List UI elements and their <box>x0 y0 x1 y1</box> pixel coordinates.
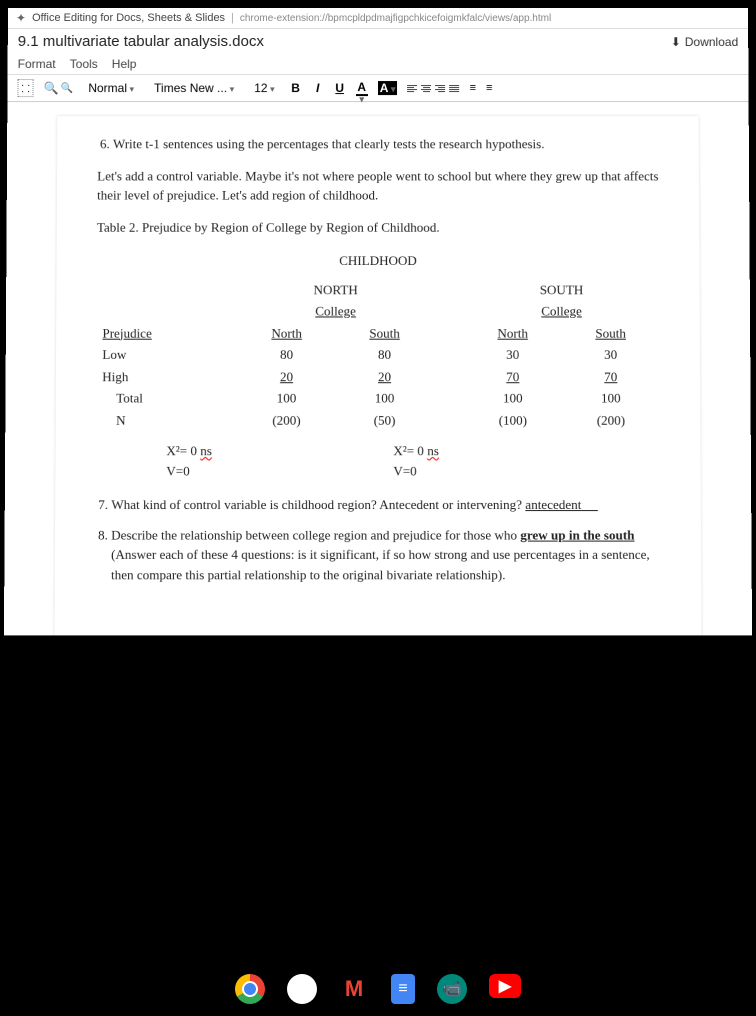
menu-help[interactable]: Help <box>112 57 137 71</box>
menu-tools[interactable]: Tools <box>70 57 98 71</box>
college-label-1: College <box>238 300 434 322</box>
group-south: SOUTH <box>464 279 660 301</box>
download-button[interactable]: ⬇ Download <box>671 34 739 48</box>
col-south-1: South <box>336 322 434 344</box>
col-north-2: North <box>464 322 562 344</box>
play-store-icon[interactable]: ▶ <box>287 974 317 1004</box>
taskbar: ▶ M ≡ 📹 ▶ <box>0 968 756 1010</box>
cell: 100 <box>336 387 434 409</box>
cell: 100 <box>562 387 660 409</box>
question-8: Describe the relationship between colleg… <box>111 525 661 585</box>
docs-icon[interactable]: ≡ <box>391 974 415 1004</box>
app-window: ✦ Office Editing for Docs, Sheets & Slid… <box>4 8 752 635</box>
align-center-icon[interactable] <box>421 85 431 92</box>
prejudice-table: NORTH SOUTH College College Prejudice No… <box>96 279 660 431</box>
zoom-controls: 🔍 🔍 <box>44 81 74 95</box>
cramers-v-2: V=0 <box>393 461 439 481</box>
align-left-icon[interactable] <box>407 85 417 92</box>
bullet-list-icon[interactable]: ≡ <box>486 82 492 94</box>
childhood-header: CHILDHOOD <box>97 251 660 271</box>
cell: (50) <box>336 409 434 431</box>
chrome-icon[interactable] <box>235 974 265 1004</box>
cramers-v-1: V=0 <box>166 461 212 481</box>
cell: (100) <box>464 409 562 431</box>
cell: 20 <box>336 366 434 388</box>
row-n: N <box>96 409 238 431</box>
menu-bar: Format Tools Help <box>8 54 749 75</box>
cell: 30 <box>562 344 660 366</box>
cell: (200) <box>562 409 660 431</box>
stats-row: X²= 0 ns V=0 X²= 0 ns V=0 <box>166 441 660 481</box>
row-high: High <box>96 366 237 388</box>
youtube-icon[interactable]: ▶ <box>489 974 521 998</box>
control-variable-paragraph: Let's add a control variable. Maybe it's… <box>97 166 659 205</box>
cell: (200) <box>237 409 335 431</box>
cell: 80 <box>336 344 434 366</box>
table-2-caption: Table 2. Prejudice by Region of College … <box>97 217 659 237</box>
title-bar: 9.1 multivariate tabular analysis.docx ⬇… <box>8 29 749 54</box>
bold-button[interactable]: B <box>290 81 302 95</box>
row-header-prejudice: Prejudice <box>96 322 237 344</box>
cell: 20 <box>238 366 336 388</box>
chi-square-1: X²= 0 ns <box>166 441 212 461</box>
underline-button[interactable]: U <box>334 81 346 95</box>
row-low: Low <box>96 344 237 366</box>
document-page[interactable]: Write t-1 sentences using the percentage… <box>54 116 701 635</box>
align-justify-icon[interactable] <box>450 85 460 92</box>
zoom-out-icon[interactable]: 🔍 <box>61 83 74 94</box>
extension-name: Office Editing for Docs, Sheets & Slides <box>32 12 225 24</box>
cell: 30 <box>464 344 562 366</box>
row-total: Total <box>96 387 238 409</box>
cell: 100 <box>464 387 562 409</box>
question-7: What kind of control variable is childho… <box>111 495 660 515</box>
style-select[interactable]: Normal <box>83 79 139 97</box>
zoom-in-icon[interactable]: 🔍 <box>44 81 59 95</box>
question-6: Write t-1 sentences using the percentage… <box>113 134 659 154</box>
align-right-icon[interactable] <box>436 85 446 92</box>
text-color-button[interactable]: A <box>356 80 368 96</box>
font-size-select[interactable]: 12 <box>249 79 279 97</box>
col-south-2: South <box>562 322 660 344</box>
italic-button[interactable]: I <box>312 81 324 95</box>
cell: 70 <box>562 366 660 388</box>
page-setup-icon[interactable]: ⸬ <box>17 79 33 97</box>
gmail-icon[interactable]: M <box>339 974 369 1004</box>
browser-tab-bar: ✦ Office Editing for Docs, Sheets & Slid… <box>8 8 748 29</box>
download-icon: ⬇ <box>671 34 681 48</box>
highlight-button[interactable]: A <box>378 81 398 95</box>
col-north-1: North <box>238 322 336 344</box>
cell: 80 <box>238 344 336 366</box>
document-title: 9.1 multivariate tabular analysis.docx <box>18 33 264 50</box>
group-north: NORTH <box>238 279 434 301</box>
download-label: Download <box>685 34 738 48</box>
extension-puzzle-icon: ✦ <box>16 11 26 25</box>
align-buttons <box>407 85 459 92</box>
formatting-toolbar: ⸬ 🔍 🔍 Normal Times New ... 12 B I U A A … <box>7 75 748 102</box>
font-select[interactable]: Times New ... <box>149 79 239 97</box>
college-label-2: College <box>464 300 660 322</box>
numbered-list-icon[interactable]: ≡ <box>470 82 476 94</box>
meet-icon[interactable]: 📹 <box>437 974 467 1004</box>
chi-square-2: X²= 0 ns <box>393 441 439 461</box>
cell: 100 <box>238 387 336 409</box>
cell: 70 <box>464 366 562 388</box>
url-text: chrome-extension://bpmcpldpdmajfigpchkic… <box>240 12 551 23</box>
menu-format[interactable]: Format <box>18 57 56 71</box>
